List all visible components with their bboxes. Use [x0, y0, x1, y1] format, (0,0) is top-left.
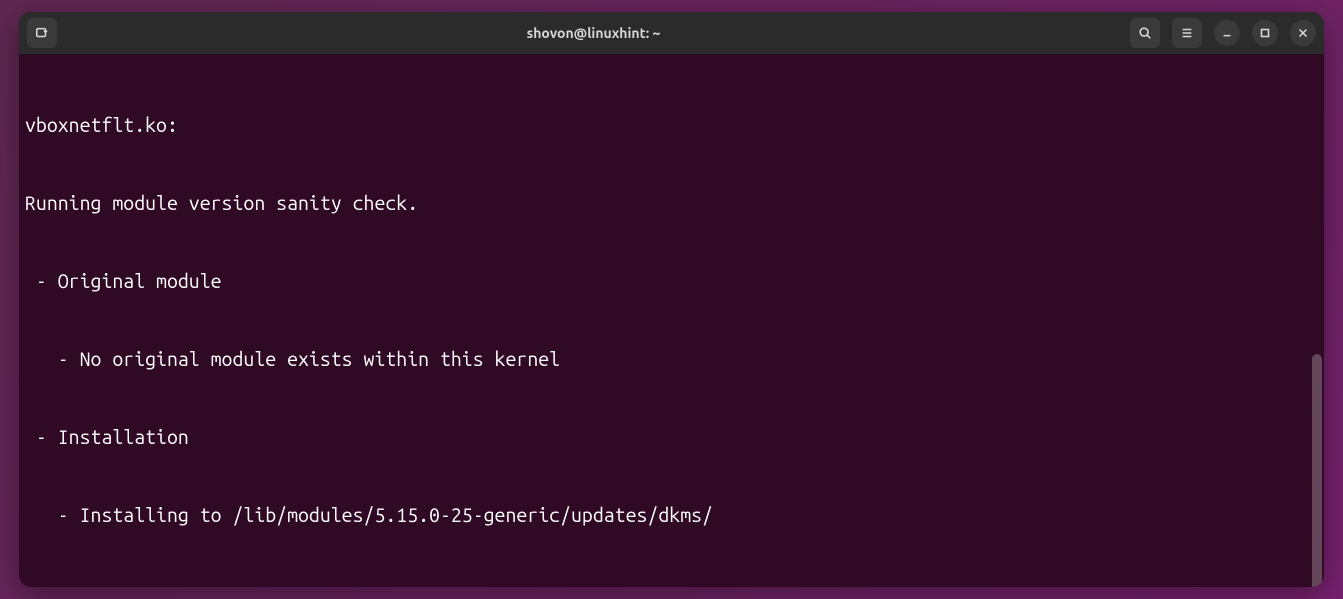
minimize-icon	[1220, 26, 1234, 40]
scrollbar-thumb[interactable]	[1312, 354, 1322, 587]
minimize-button[interactable]	[1214, 20, 1240, 46]
search-button[interactable]	[1130, 18, 1160, 48]
terminal-window: shovon@linuxhint: ~	[19, 12, 1324, 587]
close-button[interactable]	[1290, 20, 1316, 46]
terminal-line: - Installing to /lib/modules/5.15.0-25-g…	[25, 502, 1318, 528]
new-tab-button[interactable]	[27, 18, 57, 48]
new-tab-icon	[35, 26, 49, 40]
titlebar: shovon@linuxhint: ~	[19, 12, 1324, 54]
terminal-line: Running module version sanity check.	[25, 190, 1318, 216]
hamburger-icon	[1180, 26, 1194, 40]
maximize-icon	[1258, 26, 1272, 40]
terminal-line: - No original module exists within this …	[25, 346, 1318, 372]
search-icon	[1138, 26, 1152, 40]
terminal-body[interactable]: vboxnetflt.ko: Running module version sa…	[19, 54, 1324, 587]
titlebar-left	[27, 18, 57, 48]
terminal-line: vboxnetflt.ko:	[25, 112, 1318, 138]
terminal-line: - Original module	[25, 268, 1318, 294]
window-title: shovon@linuxhint: ~	[57, 25, 1130, 41]
terminal-line: - Installation	[25, 424, 1318, 450]
terminal-output: vboxnetflt.ko: Running module version sa…	[25, 60, 1318, 587]
titlebar-right	[1130, 18, 1316, 48]
maximize-button[interactable]	[1252, 20, 1278, 46]
menu-button[interactable]	[1172, 18, 1202, 48]
close-icon	[1296, 26, 1310, 40]
